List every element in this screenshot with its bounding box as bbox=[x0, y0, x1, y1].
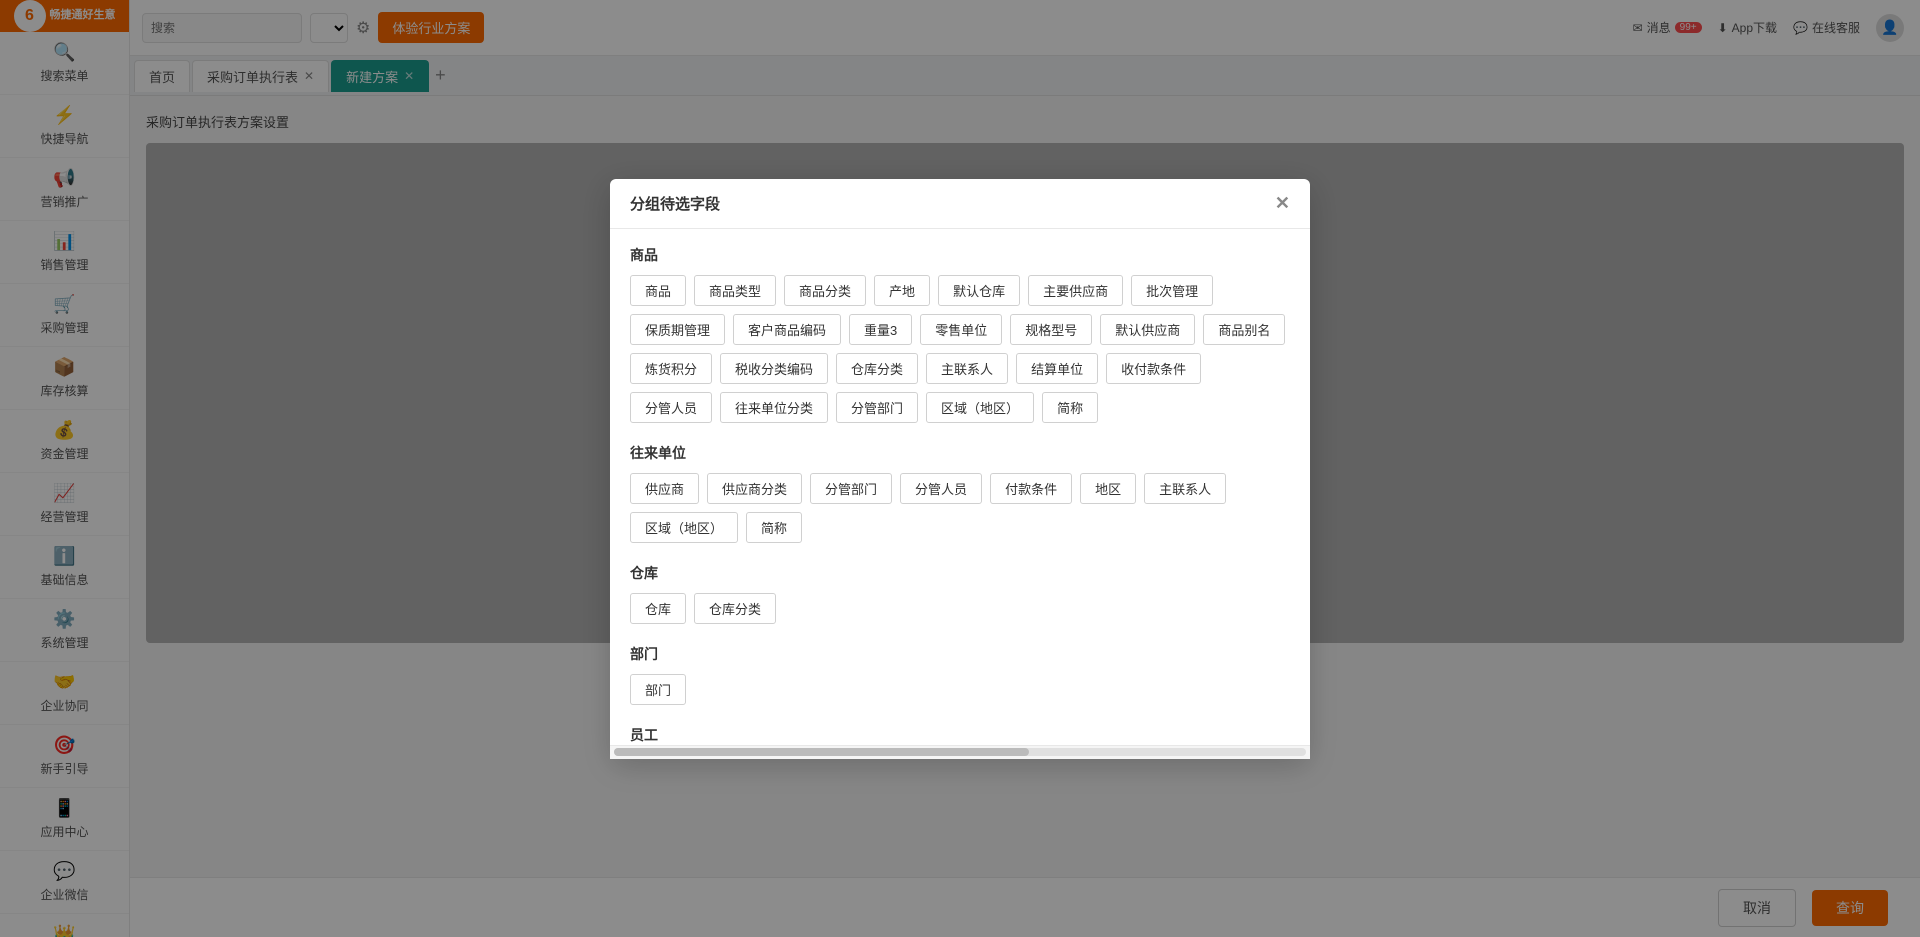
modal-body[interactable]: 商品商品商品类型商品分类产地默认仓库主要供应商批次管理保质期管理客户商品编码重量… bbox=[610, 229, 1310, 745]
field-tag[interactable]: 炼货积分 bbox=[630, 353, 712, 384]
field-tags-partner: 供应商供应商分类分管部门分管人员付款条件地区主联系人区域（地区） 简称 bbox=[630, 473, 1290, 543]
field-tag[interactable]: 分管人员 bbox=[900, 473, 982, 504]
field-tag[interactable]: 商品类型 bbox=[694, 275, 776, 306]
field-tag[interactable]: 默认供应商 bbox=[1100, 314, 1195, 345]
section-warehouse: 仓库仓库仓库分类 bbox=[630, 563, 1290, 624]
modal-overlay: 分组待选字段 ✕ 商品商品商品类型商品分类产地默认仓库主要供应商批次管理保质期管… bbox=[0, 0, 1920, 937]
modal-header: 分组待选字段 ✕ bbox=[610, 179, 1310, 229]
field-tag[interactable]: 零售单位 bbox=[920, 314, 1002, 345]
field-tag[interactable]: 主联系人 bbox=[1144, 473, 1226, 504]
section-title-employee: 员工 bbox=[630, 725, 1290, 745]
field-tag[interactable]: 商品别名 bbox=[1203, 314, 1285, 345]
field-tag[interactable]: 默认仓库 bbox=[938, 275, 1020, 306]
field-tag[interactable]: 批次管理 bbox=[1131, 275, 1213, 306]
field-tag[interactable]: 往来单位分类 bbox=[720, 392, 828, 423]
field-tag[interactable]: 分管部门 bbox=[810, 473, 892, 504]
field-tag[interactable]: 仓库分类 bbox=[694, 593, 776, 624]
field-tag[interactable]: 收付款条件 bbox=[1106, 353, 1201, 384]
section-title-partner: 往来单位 bbox=[630, 443, 1290, 463]
section-title-dept: 部门 bbox=[630, 644, 1290, 664]
field-tag[interactable]: 产地 bbox=[874, 275, 930, 306]
field-tag[interactable]: 区域（地区） bbox=[926, 392, 1034, 423]
field-tag[interactable]: 税收分类编码 bbox=[720, 353, 828, 384]
field-tags-dept: 部门 bbox=[630, 674, 1290, 705]
section-dept: 部门部门 bbox=[630, 644, 1290, 705]
field-tag[interactable]: 结算单位 bbox=[1016, 353, 1098, 384]
field-tag[interactable]: 部门 bbox=[630, 674, 686, 705]
modal-footer-scroll bbox=[610, 745, 1310, 759]
field-tag[interactable]: 客户商品编码 bbox=[733, 314, 841, 345]
modal: 分组待选字段 ✕ 商品商品商品类型商品分类产地默认仓库主要供应商批次管理保质期管… bbox=[610, 179, 1310, 759]
field-tag[interactable]: 分管部门 bbox=[836, 392, 918, 423]
field-tag[interactable]: 主要供应商 bbox=[1028, 275, 1123, 306]
field-tag[interactable]: 规格型号 bbox=[1010, 314, 1092, 345]
modal-title: 分组待选字段 bbox=[630, 193, 720, 214]
section-goods: 商品商品商品类型商品分类产地默认仓库主要供应商批次管理保质期管理客户商品编码重量… bbox=[630, 245, 1290, 423]
field-tag[interactable]: 商品 bbox=[630, 275, 686, 306]
section-title-goods: 商品 bbox=[630, 245, 1290, 265]
field-tag[interactable]: 供应商 bbox=[630, 473, 699, 504]
field-tag[interactable]: 地区 bbox=[1080, 473, 1136, 504]
field-tag[interactable]: 简称 bbox=[1042, 392, 1098, 423]
field-tag[interactable]: 仓库 bbox=[630, 593, 686, 624]
field-tag[interactable]: 供应商分类 bbox=[707, 473, 802, 504]
field-tags-warehouse: 仓库仓库分类 bbox=[630, 593, 1290, 624]
section-partner: 往来单位供应商供应商分类分管部门分管人员付款条件地区主联系人区域（地区） 简称 bbox=[630, 443, 1290, 543]
section-employee: 员工业务员 bbox=[630, 725, 1290, 745]
field-tag[interactable]: 区域（地区） bbox=[630, 512, 738, 543]
field-tag[interactable]: 仓库分类 bbox=[836, 353, 918, 384]
section-title-warehouse: 仓库 bbox=[630, 563, 1290, 583]
field-tag[interactable]: 分管人员 bbox=[630, 392, 712, 423]
field-tag[interactable]: 保质期管理 bbox=[630, 314, 725, 345]
field-tags-goods: 商品商品类型商品分类产地默认仓库主要供应商批次管理保质期管理客户商品编码重量3 零… bbox=[630, 275, 1290, 423]
field-tag[interactable]: 主联系人 bbox=[926, 353, 1008, 384]
field-tag[interactable]: 商品分类 bbox=[784, 275, 866, 306]
field-tag[interactable]: 重量3 bbox=[849, 314, 912, 345]
field-tag[interactable]: 简称 bbox=[746, 512, 802, 543]
field-tag[interactable]: 付款条件 bbox=[990, 473, 1072, 504]
scrollbar-thumb bbox=[614, 748, 1029, 756]
modal-close-btn[interactable]: ✕ bbox=[1275, 193, 1290, 214]
horizontal-scrollbar[interactable] bbox=[614, 748, 1306, 756]
